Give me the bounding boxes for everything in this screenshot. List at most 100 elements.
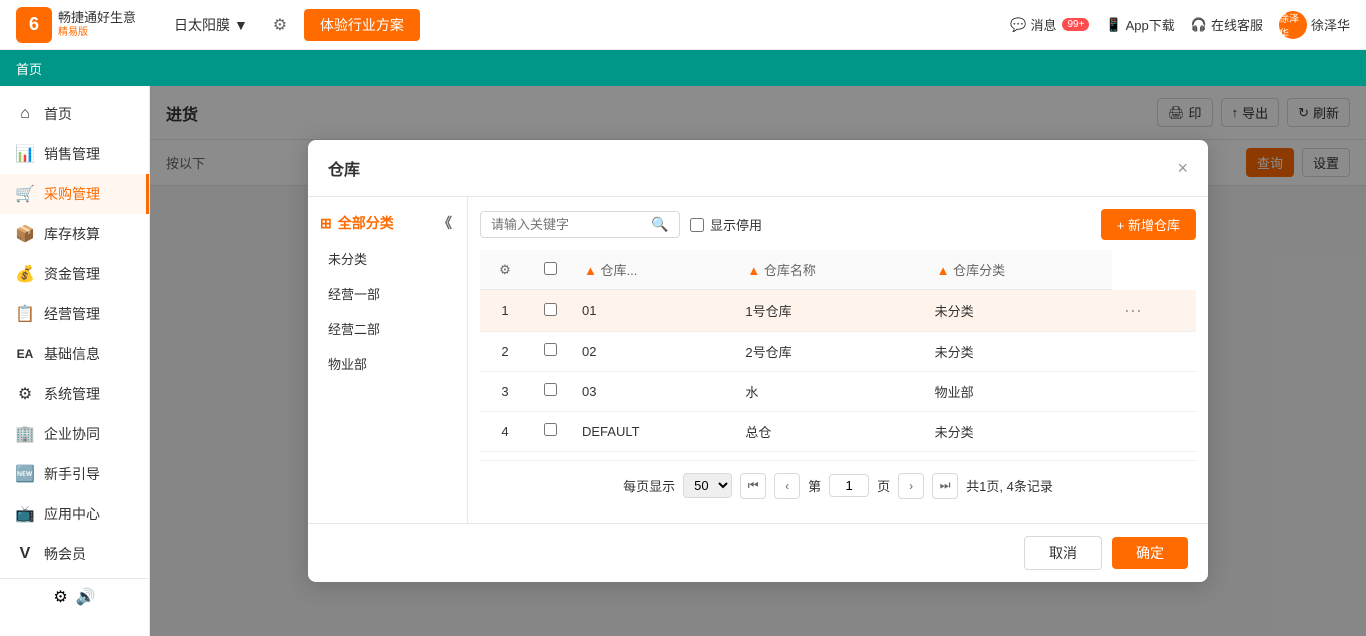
collapse-panel-button[interactable]: 《 [435,213,455,233]
message-icon: 💬 [1010,17,1026,33]
col-code: ▲ 仓库... [570,250,733,290]
online-service-button[interactable]: 🎧 在线客服 [1191,15,1263,34]
row-checkbox[interactable] [544,423,557,436]
finance-icon: 💰 [16,265,34,283]
next-page-button[interactable]: › [898,473,924,499]
category-item-dept1[interactable]: 经营一部 [308,276,467,311]
sidebar-item-label: 企业协同 [44,424,100,444]
sidebar-item-guide[interactable]: 🆕 新手引导 [0,454,149,494]
sidebar-item-system[interactable]: ⚙ 系统管理 [0,374,149,414]
all-category-header[interactable]: ⊞ 全部分类 《 [308,205,467,241]
show-disabled-checkbox[interactable] [690,218,704,232]
settings-col-icon: ⚙ [499,262,511,277]
modal-title: 仓库 [328,156,360,180]
sort-icon-cat: ▲ [937,263,950,278]
add-warehouse-button[interactable]: + 新增仓库 [1101,209,1196,240]
first-page-button[interactable]: ⏮ [740,473,766,499]
category-item-unclassified[interactable]: 未分类 [308,241,467,276]
sidebar-item-home[interactable]: ⌂ 首页 [0,94,149,134]
user-menu-button[interactable]: 徐泽华 徐泽华 [1279,11,1350,39]
modal-overlay: 仓库 × ⊞ 全部分类 《 未分类 经营一部 经营二部 [150,86,1366,636]
prev-page-button[interactable]: ‹ [774,473,800,499]
sidebar-item-sales[interactable]: 📊 销售管理 [0,134,149,174]
try-industry-button[interactable]: 体验行业方案 [304,9,420,41]
col-settings: ⚙ [480,250,530,290]
sidebar-item-basic[interactable]: EA 基础信息 [0,334,149,374]
message-button[interactable]: 💬 消息 99+ [1010,15,1089,34]
last-page-button[interactable]: ⏭ [932,473,958,499]
headset-icon: 🎧 [1191,17,1207,33]
table-body: 1 01 1号仓库 未分类 ··· [480,290,1196,452]
modal-footer: 取消 确定 [308,523,1208,582]
search-input[interactable] [491,217,651,232]
message-badge: 99+ [1062,18,1089,31]
breadcrumb-home[interactable]: 首页 [16,59,42,78]
header-settings-button[interactable]: ⚙ [264,9,296,41]
category-panel: ⊞ 全部分类 《 未分类 经营一部 经营二部 物业部 [308,197,468,523]
sidebar-item-label: 库存核算 [44,224,100,244]
sidebar: ⌂ 首页 📊 销售管理 🛒 采购管理 📦 库存核算 💰 资金管理 📋 经营管理 … [0,86,150,636]
page-label-pre: 第 [808,476,821,495]
app-download-button[interactable]: 📱 App下载 [1105,15,1174,34]
sidebar-item-finance[interactable]: 💰 资金管理 [0,254,149,294]
search-icon: 🔍 [651,216,668,233]
cancel-button[interactable]: 取消 [1024,536,1102,570]
sidebar-item-label: 资金管理 [44,264,100,284]
table-row[interactable]: 4 DEFAULT 总仓 未分类 [480,411,1196,451]
confirm-button[interactable]: 确定 [1112,537,1188,569]
content-area: 进货 🖨 印 ↑ 导出 ↻ 刷新 按以下 查询 设置 [150,86,1366,636]
more-icon[interactable]: ··· [1124,300,1142,320]
row-more [1112,411,1196,451]
sidebar-sound-icon[interactable]: 🔊 [76,587,96,607]
sidebar-item-label: 系统管理 [44,384,100,404]
table-row[interactable]: 2 02 2号仓库 未分类 [480,331,1196,371]
store-selector[interactable]: 日太阳膜 ▼ [166,11,256,39]
page-number-input[interactable] [829,474,869,497]
purchase-icon: 🛒 [16,185,34,203]
sidebar-item-vip[interactable]: V 畅会员 [0,534,149,574]
page-size-select[interactable]: 50 [683,473,732,498]
modal-close-button[interactable]: × [1177,158,1188,179]
row-more [1112,371,1196,411]
row-code: 03 [570,371,733,411]
sidebar-item-apps[interactable]: 📺 应用中心 [0,494,149,534]
sidebar-item-purchase[interactable]: 🛒 采购管理 [0,174,149,214]
table-row[interactable]: 1 01 1号仓库 未分类 ··· [480,290,1196,332]
sidebar-item-enterprise[interactable]: 🏢 企业协同 [0,414,149,454]
sidebar-item-label: 经营管理 [44,304,100,324]
category-item-property[interactable]: 物业部 [308,346,467,381]
sidebar-settings-icon[interactable]: ⚙ [53,587,67,607]
row-num: 1 [480,290,530,332]
row-code: 01 [570,290,733,332]
row-num: 3 [480,371,530,411]
sidebar-item-label: 销售管理 [44,144,100,164]
system-icon: ⚙ [16,385,34,403]
teal-nav-bar: 首页 [0,50,1366,86]
inventory-icon: 📦 [16,225,34,243]
row-checkbox[interactable] [544,383,557,396]
select-all-checkbox[interactable] [544,262,557,275]
main-layout: ⌂ 首页 📊 销售管理 🛒 采购管理 📦 库存核算 💰 资金管理 📋 经营管理 … [0,86,1366,636]
row-category: 未分类 [923,331,1112,371]
row-more [1112,331,1196,371]
vip-icon: V [16,545,34,563]
grid-icon: ⊞ [320,215,332,232]
col-category: ▲ 仓库分类 [923,250,1112,290]
table-row[interactable]: 3 03 水 物业部 [480,371,1196,411]
sidebar-item-label: 畅会员 [44,544,86,564]
row-checkbox[interactable] [544,303,557,316]
col-check [530,250,570,290]
show-disabled-row: 显示停用 [690,215,762,234]
warehouse-modal: 仓库 × ⊞ 全部分类 《 未分类 经营一部 经营二部 [308,140,1208,582]
sidebar-item-label: 应用中心 [44,504,100,524]
table-head: ⚙ ▲ 仓库... [480,250,1196,290]
category-item-dept2[interactable]: 经营二部 [308,311,467,346]
row-more: ··· [1112,290,1196,332]
pagination: 每页显示 50 ⏮ ‹ 第 页 › ⏭ 共1页, 4条记录 [480,460,1196,511]
row-checkbox-cell [530,290,570,332]
sidebar-item-operation[interactable]: 📋 经营管理 [0,294,149,334]
row-name: 2号仓库 [733,331,922,371]
sidebar-item-inventory[interactable]: 📦 库存核算 [0,214,149,254]
modal-header: 仓库 × [308,140,1208,197]
row-checkbox[interactable] [544,343,557,356]
